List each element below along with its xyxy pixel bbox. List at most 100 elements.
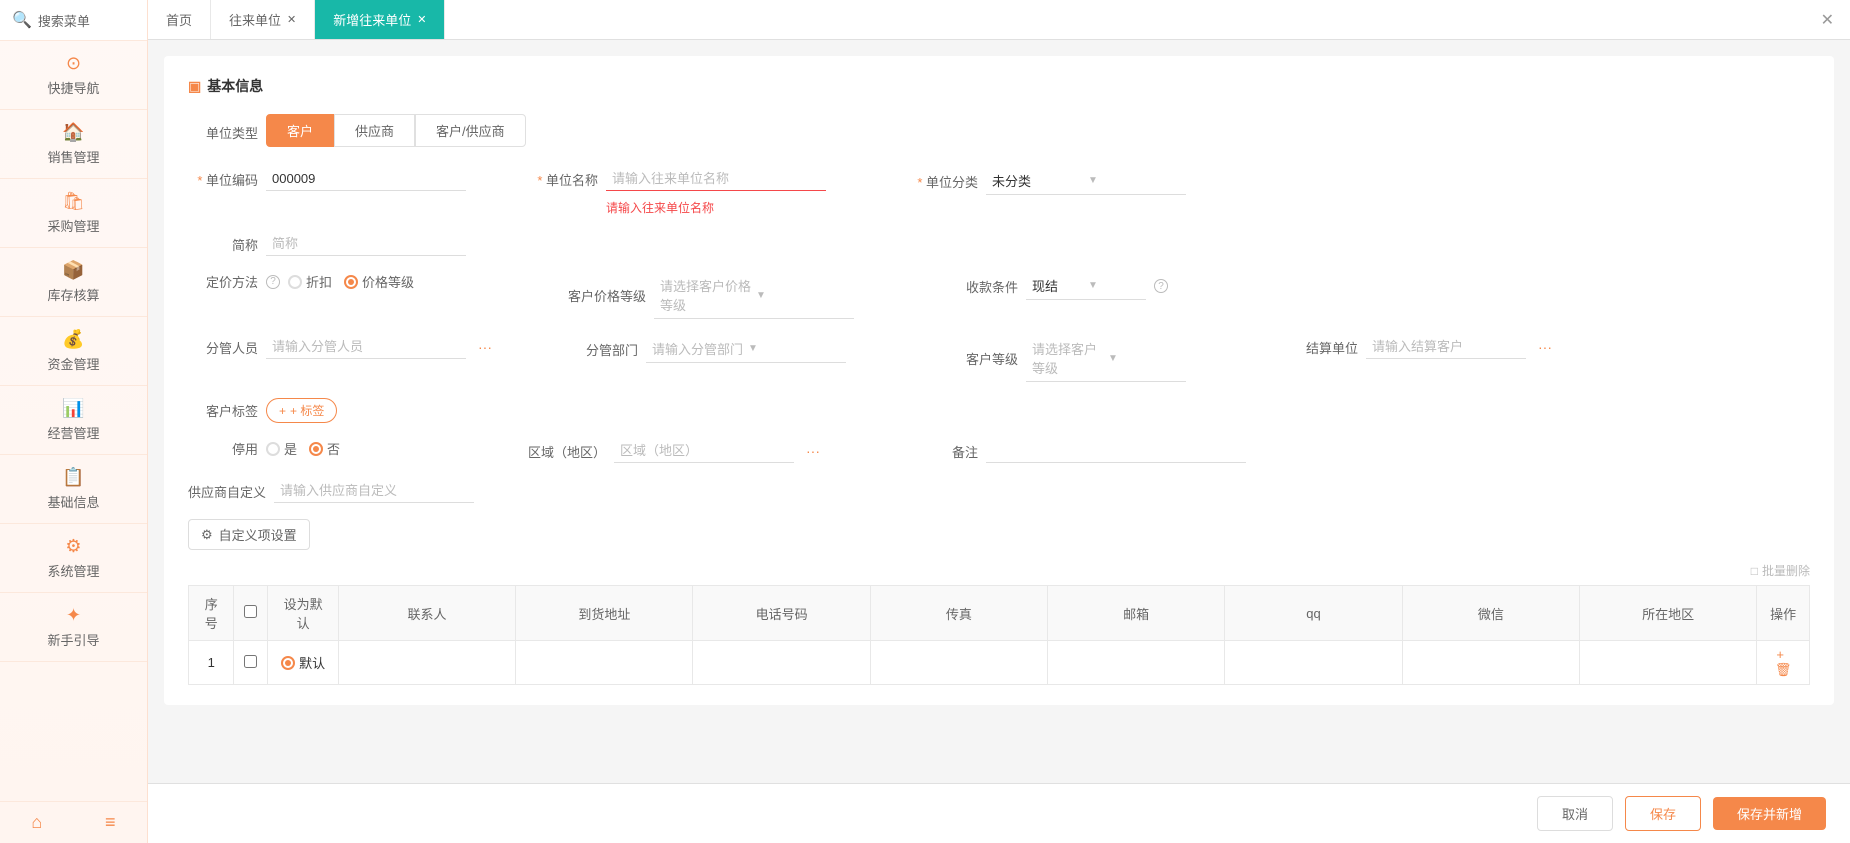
add-row-icon[interactable]: + — [1776, 647, 1784, 662]
remark-input[interactable] — [986, 439, 1246, 463]
dept-field: 分管部门 请输入分管部门 ▼ — [568, 335, 948, 363]
unit-category-select[interactable]: 未分类 ▼ — [986, 167, 1186, 195]
sidebar-item-label: 销售管理 — [47, 147, 99, 166]
sidebar-search[interactable]: 🔍 搜索菜单 — [0, 0, 147, 41]
search-label: 搜索菜单 — [38, 11, 90, 30]
customer-price-chevron: ▼ — [756, 290, 848, 301]
region-table-input[interactable] — [1590, 655, 1746, 670]
add-tag-button[interactable]: + + 标签 — [266, 398, 337, 423]
custom-settings-button[interactable]: ⚙ 自定义项设置 — [188, 519, 310, 550]
customer-level-select[interactable]: 请选择客户等级 ▼ — [1026, 335, 1186, 382]
unit-type-both[interactable]: 客户/供应商 — [415, 114, 526, 147]
wechat-input[interactable] — [1413, 655, 1569, 670]
supplier-custom-input[interactable] — [274, 479, 474, 503]
home-icon: ⌂ — [31, 812, 42, 833]
select-all-checkbox[interactable] — [244, 605, 257, 618]
payment-select[interactable]: 现结 ▼ — [1026, 272, 1146, 300]
settlement-dots[interactable]: ··· — [1534, 339, 1556, 355]
sidebar-bottom-home[interactable]: ⌂ — [0, 802, 74, 843]
delete-row-icon[interactable]: 🗑 — [1775, 662, 1792, 677]
close-transactions-icon[interactable]: ✕ — [287, 13, 296, 26]
fax-input[interactable] — [881, 655, 1037, 670]
unit-code-label: 单位编码 — [188, 170, 258, 189]
unit-type-customer[interactable]: 客户 — [266, 114, 334, 147]
operations-icon: 📊 — [62, 398, 84, 419]
sidebar-item-guide[interactable]: ✦ 新手引导 — [0, 593, 147, 662]
col-region: 所在地区 — [1580, 586, 1757, 641]
phone-input[interactable] — [703, 655, 859, 670]
unit-type-row: 单位类型 客户 供应商 客户/供应商 — [188, 114, 1810, 151]
dept-chevron: ▼ — [748, 343, 840, 354]
sidebar: 🔍 搜索菜单 ⊙ 快捷导航 🏠 销售管理 🛍 采购管理 📦 库存核算 💰 资金管… — [0, 0, 148, 843]
pricing-help-icon[interactable]: ? — [266, 275, 280, 289]
sidebar-bottom: ⌂ ≡ — [0, 801, 147, 843]
tab-new-transaction[interactable]: 新增往来单位 ✕ — [315, 0, 445, 39]
row-address — [516, 641, 693, 685]
qq-input[interactable] — [1235, 655, 1391, 670]
abbr-input[interactable] — [266, 232, 466, 256]
supplier-custom-row: 供应商自定义 — [188, 479, 1810, 503]
tabbar-close-all[interactable]: ✕ — [1805, 10, 1850, 30]
manager-row: 分管人员 ··· 分管部门 请输入分管部门 ▼ 客户等级 请选择客户等级 ▼ — [188, 335, 1810, 382]
disable-yes-radio[interactable] — [266, 442, 280, 456]
disable-no-radio[interactable] — [309, 442, 323, 456]
region-input[interactable] — [614, 439, 794, 463]
unit-type-supplier[interactable]: 供应商 — [334, 114, 415, 147]
close-new-transaction-icon[interactable]: ✕ — [417, 13, 426, 26]
dept-select[interactable]: 请输入分管部门 ▼ — [646, 335, 846, 363]
sidebar-item-basicinfo[interactable]: 📋 基础信息 — [0, 455, 147, 524]
sidebar-item-label: 资金管理 — [47, 354, 99, 373]
unit-name-input[interactable] — [606, 167, 826, 191]
batch-delete-btn[interactable]: □ 批量删除 — [188, 562, 1810, 579]
customer-price-select[interactable]: 请选择客户价格等级 ▼ — [654, 272, 854, 319]
tab-transactions[interactable]: 往来单位 ✕ — [211, 0, 315, 39]
row-index: 1 — [189, 641, 234, 685]
row-wechat — [1402, 641, 1579, 685]
col-fax: 传真 — [870, 586, 1047, 641]
save-new-button[interactable]: 保存并新增 — [1713, 797, 1826, 830]
guide-icon: ✦ — [66, 605, 81, 626]
pricing-discount[interactable]: 折扣 — [288, 272, 332, 291]
abbr-field: 简称 — [188, 232, 528, 256]
form-card: ▣ 基本信息 单位类型 客户 供应商 客户/供应商 单位编码 — [164, 56, 1834, 705]
contact-input[interactable] — [349, 655, 505, 670]
row-checkbox-input[interactable] — [244, 655, 257, 668]
sidebar-item-finance[interactable]: 💰 资金管理 — [0, 317, 147, 386]
remark-label: 备注 — [908, 442, 978, 461]
disable-no[interactable]: 否 — [309, 439, 340, 458]
sidebar-item-operations[interactable]: 📊 经营管理 — [0, 386, 147, 455]
sidebar-item-label: 新手引导 — [47, 630, 99, 649]
sidebar-item-sales[interactable]: 🏠 销售管理 — [0, 110, 147, 179]
payment-field: 收款条件 现结 ▼ ? — [948, 272, 1288, 300]
unit-type-field: 单位类型 客户 供应商 客户/供应商 — [188, 114, 568, 151]
level-radio[interactable] — [344, 275, 358, 289]
unit-code-input[interactable] — [266, 167, 466, 191]
sidebar-item-purchase[interactable]: 🛍 采购管理 — [0, 179, 147, 248]
col-address: 到货地址 — [516, 586, 693, 641]
row-region — [1580, 641, 1757, 685]
payment-help-icon[interactable]: ? — [1154, 279, 1168, 293]
row-action: + 🗑 — [1757, 641, 1810, 685]
manager-input[interactable] — [266, 335, 466, 359]
pricing-level[interactable]: 价格等级 — [344, 272, 414, 291]
quicknav-icon: ⊙ — [66, 53, 81, 74]
manager-dots[interactable]: ··· — [474, 339, 496, 355]
email-input[interactable] — [1058, 655, 1214, 670]
default-radio[interactable] — [281, 656, 295, 670]
manager-label: 分管人员 — [188, 338, 258, 357]
sidebar-item-system[interactable]: ⚙ 系统管理 — [0, 524, 147, 593]
region-dots[interactable]: ··· — [802, 443, 824, 459]
sidebar-item-quicknav[interactable]: ⊙ 快捷导航 — [0, 41, 147, 110]
remark-field: 备注 — [908, 439, 1248, 463]
save-button[interactable]: 保存 — [1625, 796, 1701, 831]
row-fax — [870, 641, 1047, 685]
cancel-button[interactable]: 取消 — [1537, 796, 1613, 831]
sidebar-bottom-settings[interactable]: ≡ — [74, 802, 148, 843]
col-action: 操作 — [1757, 586, 1810, 641]
address-input[interactable] — [526, 655, 682, 670]
disable-yes[interactable]: 是 — [266, 439, 297, 458]
settlement-input[interactable] — [1366, 335, 1526, 359]
sidebar-item-inventory[interactable]: 📦 库存核算 — [0, 248, 147, 317]
discount-radio[interactable] — [288, 275, 302, 289]
tab-home[interactable]: 首页 — [148, 0, 211, 39]
